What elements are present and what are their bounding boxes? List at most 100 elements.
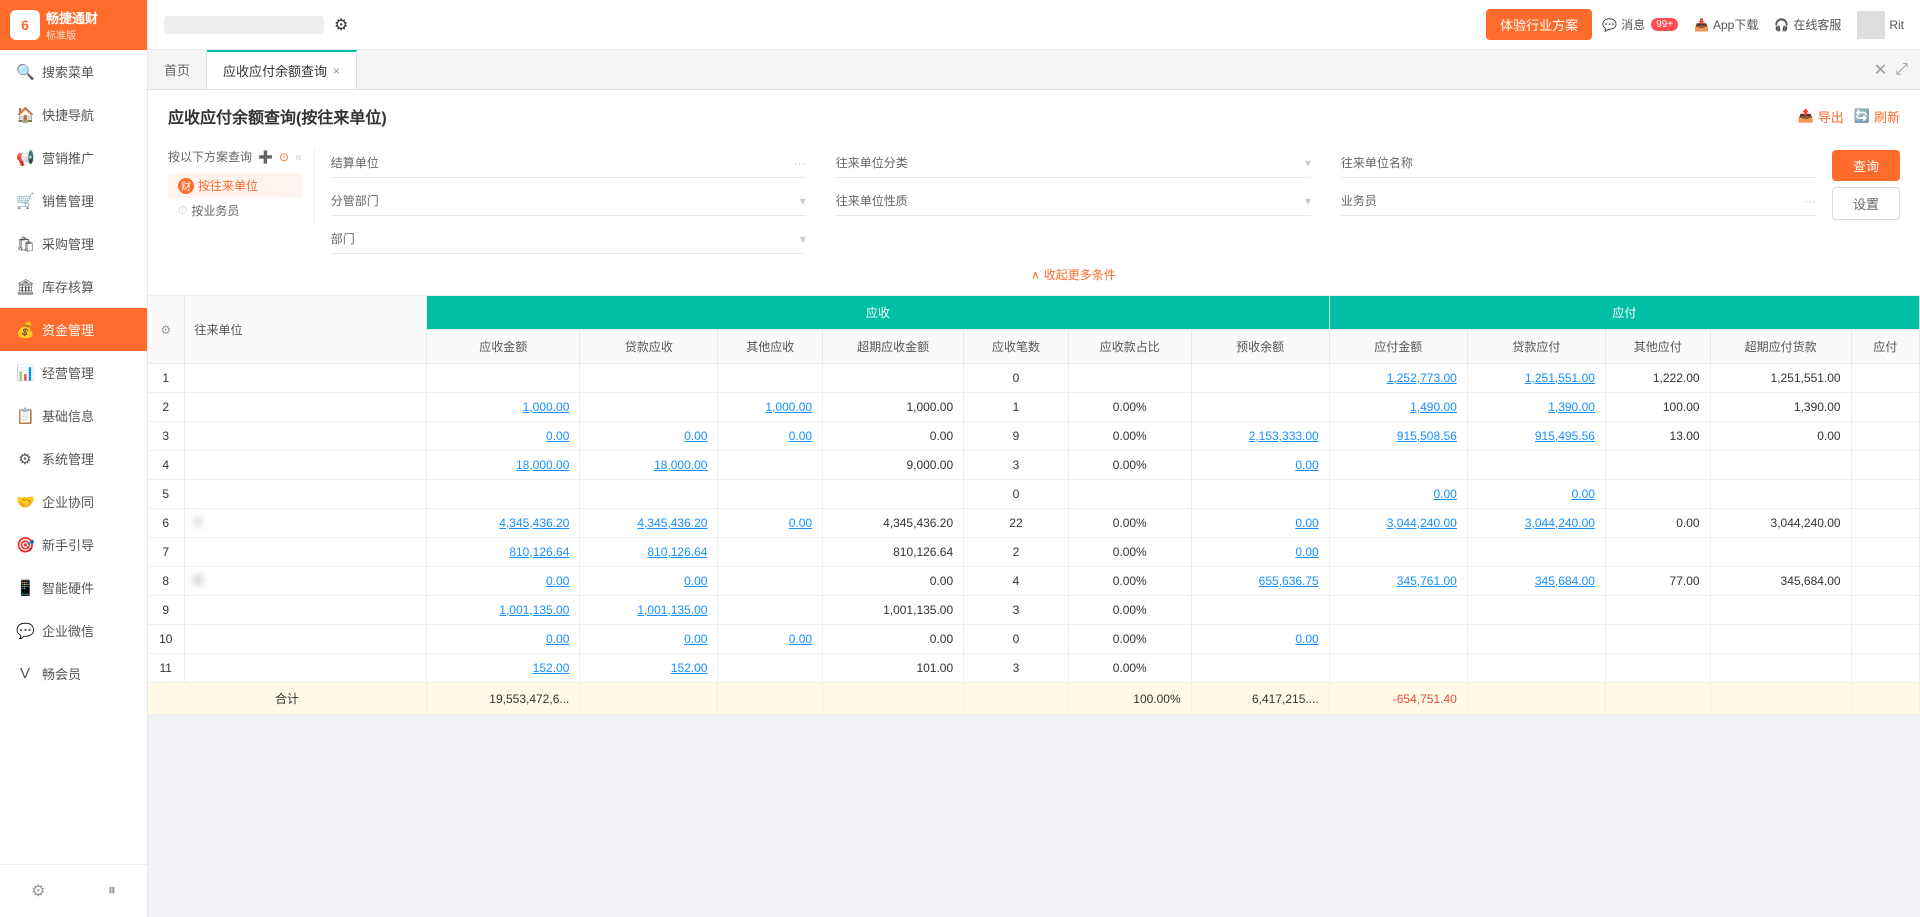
settings-bottom-icon[interactable]: ⚙	[25, 875, 51, 907]
table-cell[interactable]: 152.00	[580, 654, 718, 683]
table-cell[interactable]: 3,044,240.00	[1329, 509, 1467, 538]
promo-button[interactable]: 体验行业方案	[1486, 9, 1592, 40]
table-cell[interactable]: 0.00	[1329, 480, 1467, 509]
table-cell[interactable]	[718, 480, 823, 509]
table-cell[interactable]: 0.00	[1191, 509, 1329, 538]
chevron-down-icon-4[interactable]: ▾	[800, 232, 806, 246]
supervise-dept-input[interactable]	[401, 194, 800, 208]
sidebar-item-collab[interactable]: 🤝 企业协同	[0, 480, 147, 523]
table-cell[interactable]	[1467, 538, 1605, 567]
table-cell[interactable]: 810,126.64	[427, 538, 580, 567]
sidebar-item-wechat[interactable]: 💬 企业微信	[0, 609, 147, 652]
table-cell[interactable]	[718, 567, 823, 596]
chevron-down-icon-2[interactable]: ▾	[800, 194, 806, 208]
settings-filter-button[interactable]: 设置	[1832, 187, 1900, 220]
tab-close-action[interactable]: ✕	[1874, 60, 1887, 80]
table-cell[interactable]: 915,495.56	[1467, 422, 1605, 451]
table-cell[interactable]	[718, 451, 823, 480]
table-cell[interactable]	[1467, 451, 1605, 480]
table-cell[interactable]: 3,044,240.00	[1467, 509, 1605, 538]
table-cell[interactable]: 810,126.64	[580, 538, 718, 567]
table-cell[interactable]: 0.00	[1467, 480, 1605, 509]
table-cell[interactable]	[580, 480, 718, 509]
table-cell[interactable]	[1191, 364, 1329, 393]
table-cell[interactable]	[580, 393, 718, 422]
table-cell[interactable]	[1191, 654, 1329, 683]
total-prepaid-balance[interactable]: 6,417,215....	[1191, 683, 1329, 715]
table-cell[interactable]	[1467, 654, 1605, 683]
partner-name-input[interactable]	[1413, 156, 1816, 170]
total-receivable-amount[interactable]: 19,553,472,6...	[427, 683, 580, 715]
table-cell[interactable]	[718, 364, 823, 393]
table-cell[interactable]: 0.00	[1191, 538, 1329, 567]
table-cell[interactable]: 18,000.00	[427, 451, 580, 480]
table-cell[interactable]: 152.00	[427, 654, 580, 683]
sidebar-item-search[interactable]: 🔍 搜索菜单	[0, 50, 147, 93]
table-cell[interactable]: 0.00	[718, 509, 823, 538]
sidebar-item-member[interactable]: V 畅会员	[0, 652, 147, 695]
scheme-by-partner[interactable]: 财 按往来单位	[168, 173, 302, 198]
partner-nature-input[interactable]	[908, 194, 1305, 208]
table-cell[interactable]: 0.00	[427, 567, 580, 596]
query-button[interactable]: 查询	[1832, 150, 1900, 181]
export-button[interactable]: 📤 导出	[1798, 107, 1844, 126]
table-cell[interactable]	[718, 654, 823, 683]
table-settings-icon[interactable]: ⚙	[160, 323, 171, 337]
table-cell[interactable]: 0.00	[427, 422, 580, 451]
table-cell[interactable]	[580, 364, 718, 393]
collapse-filter-row[interactable]: ∧ 收起更多条件	[331, 262, 1816, 289]
table-cell[interactable]: 0.00	[1191, 625, 1329, 654]
table-cell[interactable]: 1,000.00	[427, 393, 580, 422]
sidebar-item-inventory[interactable]: 🏛 库存核算	[0, 265, 147, 308]
sidebar-item-sales[interactable]: 🛒 销售管理	[0, 179, 147, 222]
table-cell[interactable]: 1,001,135.00	[580, 596, 718, 625]
salesperson-input[interactable]	[1411, 194, 1804, 208]
table-cell[interactable]: 0.00	[580, 625, 718, 654]
settlement-unit-input[interactable]	[401, 156, 794, 170]
table-cell[interactable]	[1467, 596, 1605, 625]
table-cell[interactable]: 2,153,333.00	[1191, 422, 1329, 451]
table-cell[interactable]: 0.00	[580, 422, 718, 451]
sidebar-item-guide[interactable]: 🎯 新手引导	[0, 523, 147, 566]
table-cell[interactable]: 0.00	[580, 567, 718, 596]
collapse-scheme-icon[interactable]: «	[295, 150, 302, 164]
table-cell[interactable]	[1329, 451, 1467, 480]
chevron-down-icon-3[interactable]: ▾	[1305, 194, 1311, 208]
table-cell[interactable]	[1329, 538, 1467, 567]
ellipsis-icon-1[interactable]: ···	[794, 156, 806, 170]
table-cell[interactable]: 1,001,135.00	[427, 596, 580, 625]
tab-ar-query[interactable]: 应收应付余额查询 ×	[207, 50, 357, 89]
table-cell[interactable]: 655,636.75	[1191, 567, 1329, 596]
table-cell[interactable]	[1191, 393, 1329, 422]
table-cell[interactable]	[718, 538, 823, 567]
partner-category-input[interactable]	[908, 156, 1305, 170]
table-cell[interactable]	[718, 596, 823, 625]
table-cell[interactable]: 4,345,436.20	[427, 509, 580, 538]
table-cell[interactable]	[427, 480, 580, 509]
table-cell[interactable]	[1467, 625, 1605, 654]
table-cell[interactable]: 0.00	[718, 625, 823, 654]
refresh-button[interactable]: 🔄 刷新	[1854, 107, 1900, 126]
table-cell[interactable]	[1329, 654, 1467, 683]
table-cell[interactable]: 0.00	[1191, 451, 1329, 480]
app-download-item[interactable]: 📥 App下载	[1694, 16, 1758, 33]
table-cell[interactable]: 345,761.00	[1329, 567, 1467, 596]
add-scheme-icon[interactable]: ➕	[258, 150, 273, 164]
settings-scheme-icon[interactable]: ⊙	[279, 150, 289, 164]
sidebar-item-nav[interactable]: 🏠 快捷导航	[0, 93, 147, 136]
table-cell[interactable]: 0.00	[427, 625, 580, 654]
table-cell[interactable]: 4,345,436.20	[580, 509, 718, 538]
table-cell[interactable]	[1191, 596, 1329, 625]
messages-item[interactable]: 💬 消息 99+	[1602, 16, 1678, 33]
chevron-down-icon-1[interactable]: ▾	[1305, 156, 1311, 170]
table-cell[interactable]: 1,490.00	[1329, 393, 1467, 422]
sidebar-item-system[interactable]: ⚙ 系统管理	[0, 437, 147, 480]
sidebar-item-base[interactable]: 📋 基础信息	[0, 394, 147, 437]
department-input[interactable]	[401, 232, 800, 246]
sidebar-item-finance[interactable]: 💰 资金管理	[0, 308, 147, 351]
scheme-by-salesperson[interactable]: ⏱ 按业务员	[168, 198, 302, 223]
tab-expand-action[interactable]: ⤢	[1895, 61, 1908, 79]
table-cell[interactable]: 0.00	[718, 422, 823, 451]
user-info[interactable]: Rit	[1857, 11, 1904, 39]
table-cell[interactable]: 1,000.00	[718, 393, 823, 422]
